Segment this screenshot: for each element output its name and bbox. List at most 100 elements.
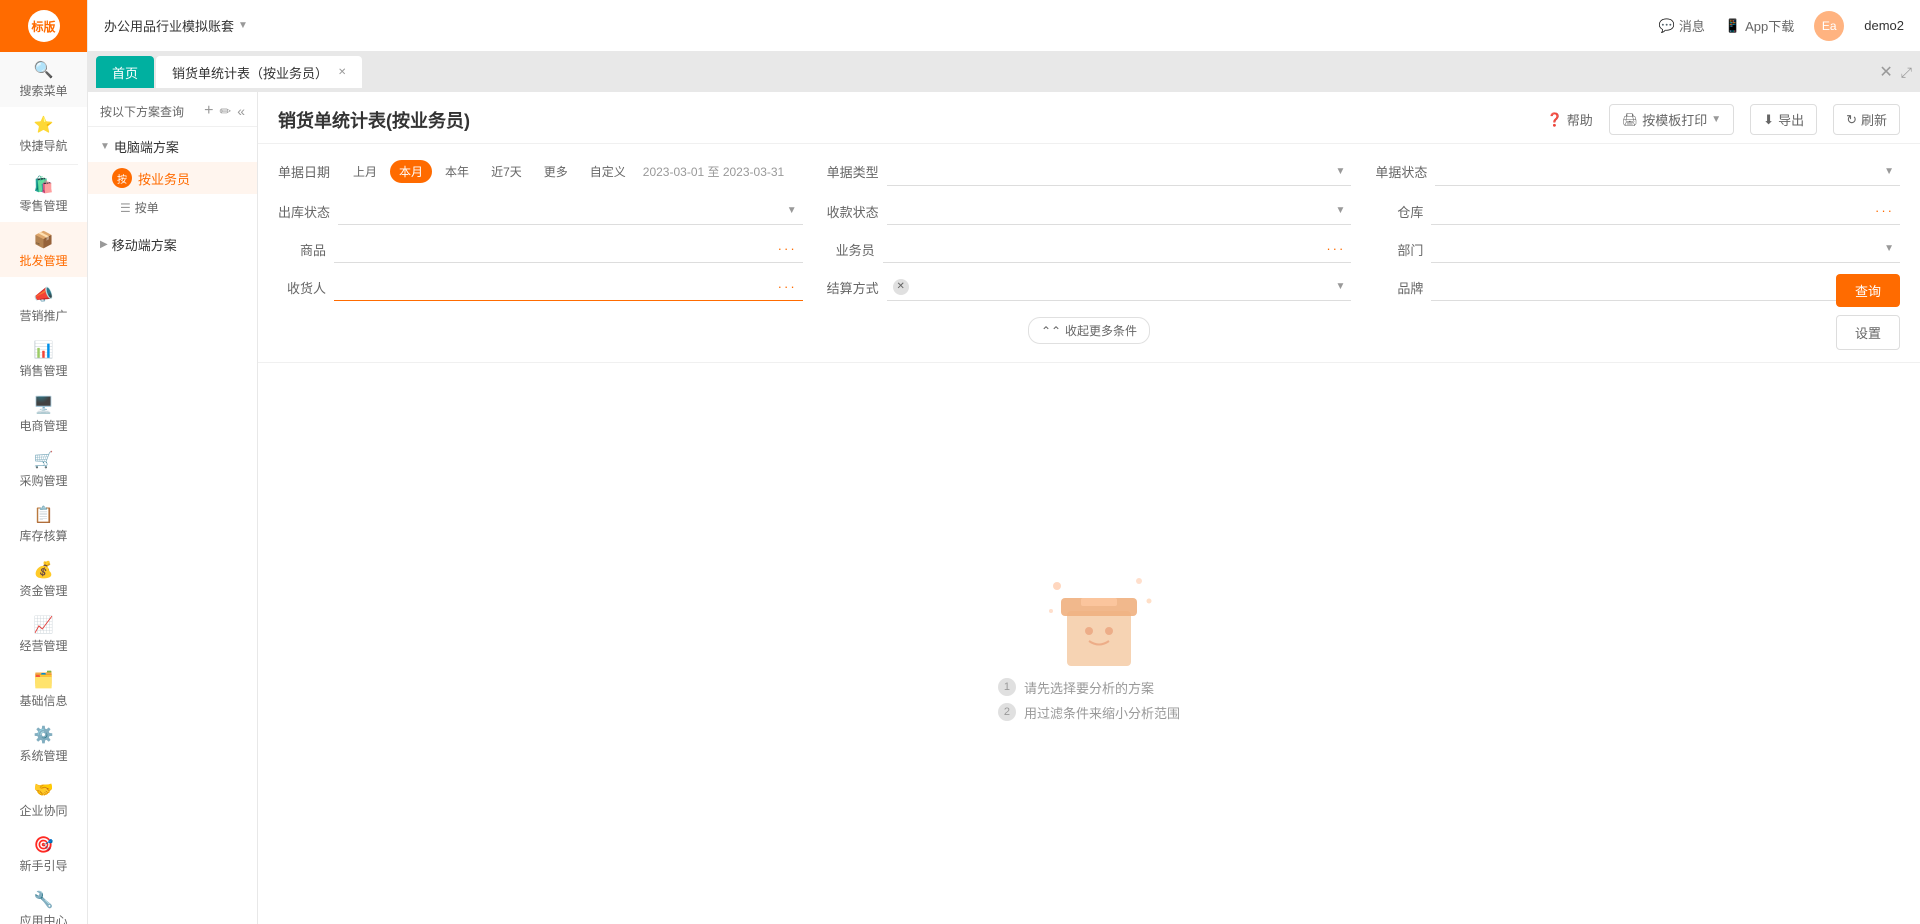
app-download-label: App下载 (1745, 16, 1794, 35)
dept-input[interactable]: ▼ (1431, 235, 1900, 263)
main-area: 办公用品行业模拟账套 ▼ 💬 消息 📱 App下载 Ea demo2 首页 销货… (88, 0, 1920, 924)
tab-sales-stat[interactable]: 销货单统计表（按业务员） ✕ (156, 56, 362, 88)
receiver-input[interactable]: ··· (334, 273, 803, 301)
sidebar-item-retail[interactable]: 🛍️ 零售管理 (0, 167, 87, 222)
filter-item-out-status: 出库状态 ▼ (278, 197, 803, 225)
query-button[interactable]: 查询 (1836, 274, 1900, 307)
user-name: demo2 (1864, 18, 1904, 33)
refresh-label: 刷新 (1861, 110, 1887, 129)
date-input[interactable]: 上月 本月 本年 近7天 更多 自定义 2023-03-01 至 2023-03… (338, 156, 803, 187)
operations-icon: 📈 (34, 615, 54, 635)
date-btn-more[interactable]: 更多 (535, 160, 577, 183)
add-scheme-icon[interactable]: + (204, 102, 213, 120)
scheme-item-salesperson[interactable]: 按 按业务员 (88, 162, 257, 194)
tab-sales-stat-label: 销货单统计表（按业务员） (172, 63, 328, 82)
tab-close-icon[interactable]: ✕ (1879, 62, 1892, 82)
tab-expand-icon[interactable]: ⤢ (1901, 64, 1912, 81)
logo-area: 标版 (0, 0, 87, 52)
tip-num-1: 1 (998, 678, 1016, 696)
right-panel: 销货单统计表(按业务员) ❓ 帮助 🖨 按模板打印 ▼ ⬇ 导出 (258, 92, 1920, 924)
retail-icon: 🛍️ (34, 175, 54, 195)
doc-type-input[interactable]: ▼ (887, 158, 1352, 186)
export-button[interactable]: ⬇ 导出 (1750, 104, 1817, 135)
sidebar-item-enterprise-label: 企业协同 (19, 802, 67, 819)
app-download-button[interactable]: 📱 App下载 (1725, 16, 1794, 35)
filter-row-4: 收货人 ··· 结算方式 ✕ ▼ (278, 273, 1900, 301)
sidebar-item-finance[interactable]: 💰 资金管理 (0, 552, 87, 607)
empty-illustration (1039, 566, 1159, 676)
sidebar-item-wholesale-label: 批发管理 (19, 252, 67, 269)
doc-status-input[interactable]: ▼ (1435, 158, 1900, 186)
quick-nav-icon: ⭐ (34, 115, 54, 135)
goods-input[interactable]: ··· (334, 235, 803, 263)
brand-input[interactable]: ··· (1431, 273, 1900, 301)
warehouse-dots-icon: ··· (1875, 203, 1894, 218)
collapse-button[interactable]: ⌃⌃ 收起更多条件 (1028, 317, 1150, 344)
topbar: 办公用品行业模拟账套 ▼ 💬 消息 📱 App下载 Ea demo2 (88, 0, 1920, 52)
settings-button[interactable]: 设置 (1836, 315, 1900, 350)
salesperson-input[interactable]: ··· (883, 235, 1352, 263)
sidebar-item-basic[interactable]: 🗂️ 基础信息 (0, 662, 87, 717)
tip-text-2: 用过滤条件来缩小分析范围 (1024, 703, 1180, 722)
scheme-item-salesperson-label: 按业务员 (138, 169, 190, 188)
help-button[interactable]: ❓ 帮助 (1547, 110, 1593, 129)
tab-home[interactable]: 首页 (96, 56, 154, 88)
date-btn-last-month[interactable]: 上月 (344, 160, 386, 183)
payment-status-input[interactable]: ▼ (887, 197, 1352, 225)
sidebar-item-search[interactable]: 🔍 搜索菜单 (0, 52, 87, 107)
sidebar-item-enterprise[interactable]: 🤝 企业协同 (0, 772, 87, 827)
user-avatar[interactable]: Ea (1814, 11, 1844, 41)
tip-text-1: 请先选择要分析的方案 (1024, 678, 1154, 697)
sidebar-item-ecommerce[interactable]: 🖥️ 电商管理 (0, 387, 87, 442)
collapse-label: 收起更多条件 (1065, 322, 1137, 339)
sidebar-item-purchase[interactable]: 🛒 采购管理 (0, 442, 87, 497)
settlement-input[interactable]: ✕ ▼ (887, 273, 1352, 301)
sidebar-item-inventory[interactable]: 📋 库存核算 (0, 497, 87, 552)
sidebar-item-finance-label: 资金管理 (19, 582, 67, 599)
warehouse-label: 仓库 (1375, 202, 1423, 221)
scheme-sub-item-order[interactable]: ☰ 按单 (88, 194, 257, 221)
sidebar-item-quick-nav[interactable]: ⭐ 快捷导航 (0, 107, 87, 162)
collapse-up-icon: ⌃⌃ (1041, 324, 1061, 338)
edit-scheme-icon[interactable]: ✏ (219, 103, 231, 120)
scheme-group-pc-arrow: ▼ (100, 141, 110, 152)
scheme-group-mobile-arrow: ▶ (100, 239, 108, 250)
tab-home-label: 首页 (112, 63, 138, 82)
settlement-clear-icon[interactable]: ✕ (893, 279, 909, 295)
collapse-panel-icon[interactable]: « (237, 103, 245, 119)
date-btn-custom[interactable]: 自定义 (581, 160, 635, 183)
scheme-group-pc-header[interactable]: ▼ 电脑端方案 (88, 131, 257, 162)
sidebar-item-wholesale[interactable]: 📦 批发管理 (0, 222, 87, 277)
scheme-group-mobile-header[interactable]: ▶ 移动端方案 (88, 229, 257, 260)
date-btn-last7[interactable]: 近7天 (482, 160, 531, 183)
warehouse-input[interactable]: ··· (1431, 197, 1900, 225)
export-label: 导出 (1778, 110, 1804, 129)
print-button[interactable]: 🖨 按模板打印 ▼ (1609, 104, 1734, 135)
sidebar-item-app-center[interactable]: 🔧 应用中心 (0, 882, 87, 924)
sidebar-item-system[interactable]: ⚙️ 系统管理 (0, 717, 87, 772)
tab-sales-stat-close[interactable]: ✕ (338, 67, 346, 78)
sidebar-item-marketing[interactable]: 📣 营销推广 (0, 277, 87, 332)
sidebar-item-basic-label: 基础信息 (19, 692, 67, 709)
message-button[interactable]: 💬 消息 (1659, 16, 1705, 35)
filter-item-brand: 品牌 ··· (1375, 273, 1900, 301)
sidebar-item-operations-label: 经营管理 (19, 637, 67, 654)
sidebar-item-sales[interactable]: 📊 销售管理 (0, 332, 87, 387)
refresh-button[interactable]: ↻ 刷新 (1833, 104, 1900, 135)
filter-item-dept: 部门 ▼ (1375, 235, 1900, 263)
user-avatar-text: Ea (1822, 19, 1837, 33)
out-status-input[interactable]: ▼ (338, 197, 803, 225)
sidebar-item-newcomer[interactable]: 🎯 新手引导 (0, 827, 87, 882)
tab-maximize: ✕ ⤢ (1879, 62, 1912, 82)
account-selector[interactable]: 办公用品行业模拟账套 ▼ (104, 16, 248, 35)
sales-icon: 📊 (34, 340, 54, 360)
print-icon: 🖨 (1622, 112, 1639, 128)
date-btn-this-year[interactable]: 本年 (436, 160, 478, 183)
sidebar-divider-1 (9, 164, 79, 165)
empty-state: 1 请先选择要分析的方案 2 用过滤条件来缩小分析范围 (258, 363, 1920, 924)
filter-item-date: 单据日期 上月 本月 本年 近7天 更多 自定义 2023-03-01 至 20… (278, 156, 803, 187)
sidebar-item-operations[interactable]: 📈 经营管理 (0, 607, 87, 662)
sub-order-icon: ☰ (120, 201, 131, 215)
date-btn-this-month[interactable]: 本月 (390, 160, 432, 183)
selector-arrow-icon: ▼ (238, 20, 248, 31)
